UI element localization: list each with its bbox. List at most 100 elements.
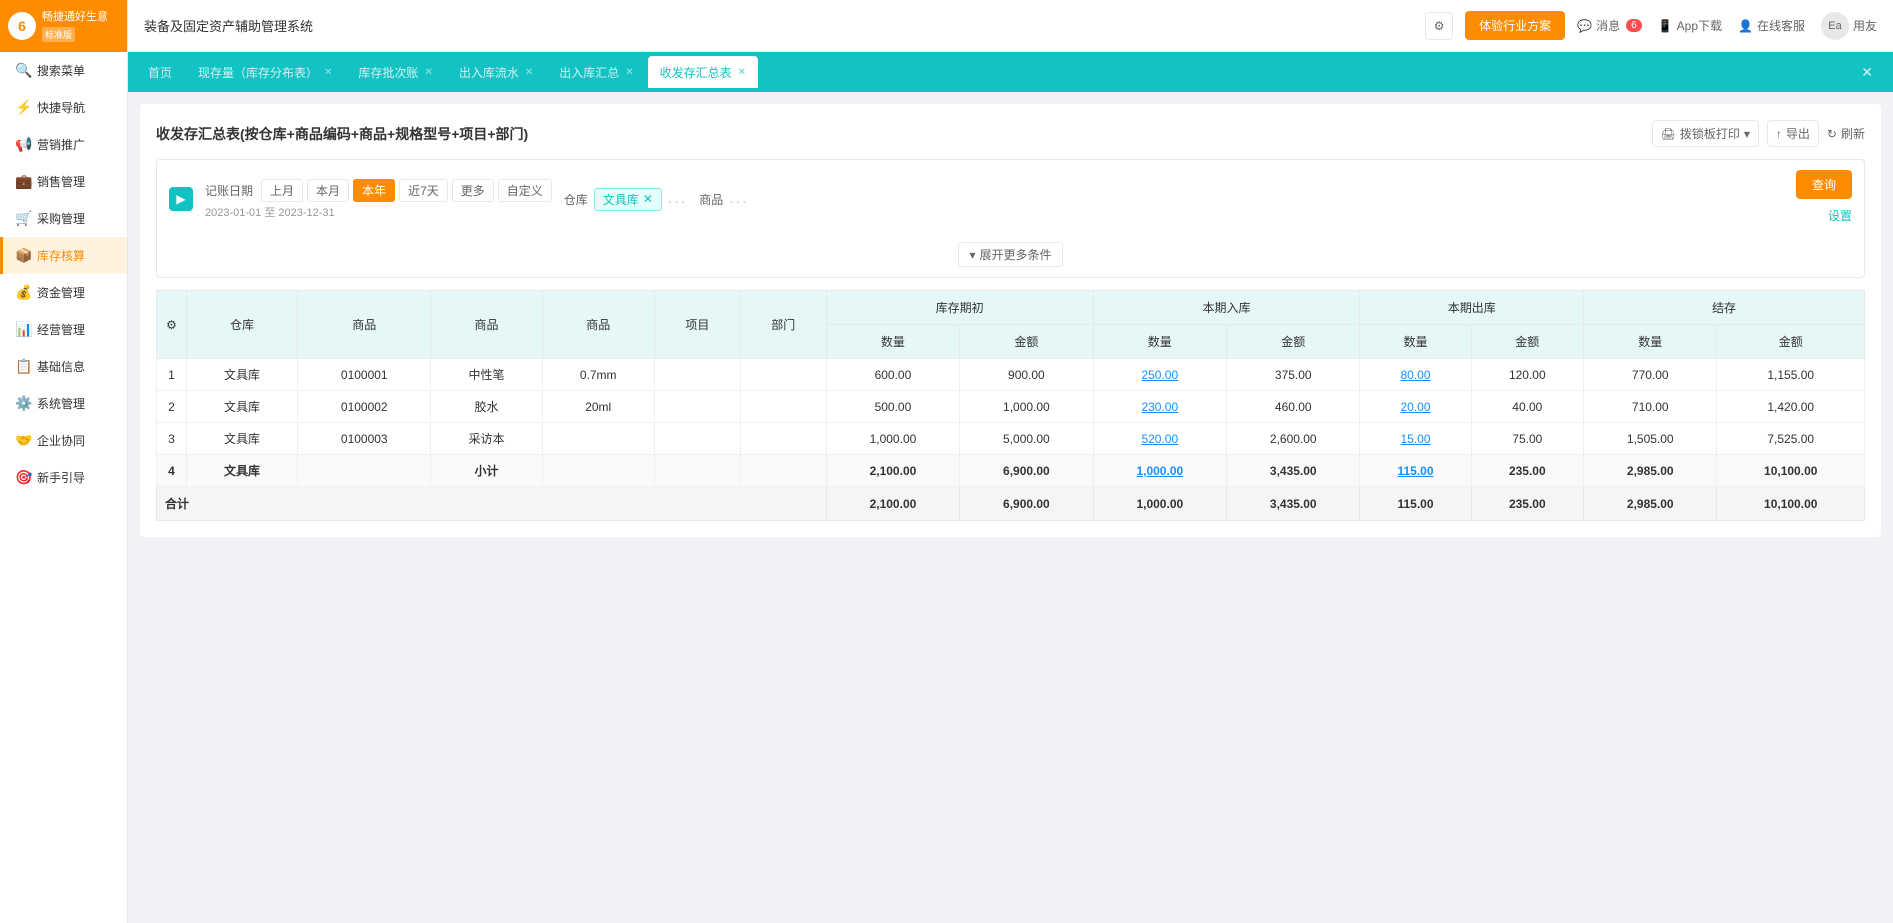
row-bal-qty: 1,505.00 — [1584, 423, 1717, 455]
row-name: 中性笔 — [431, 359, 542, 391]
group-in-header: 本期入库 — [1093, 291, 1360, 325]
row-in-amt: 460.00 — [1227, 391, 1360, 423]
row-in-qty[interactable]: 250.00 — [1093, 359, 1226, 391]
sidebar-item-business[interactable]: 📊 经营管理 — [0, 311, 127, 348]
row-out-qty[interactable]: 20.00 — [1360, 391, 1471, 423]
footer-label: 合计 — [157, 487, 827, 521]
page-title: 收发存汇总表(按仓库+商品编码+商品+规格型号+项目+部门) — [156, 124, 528, 144]
experience-button[interactable]: 体验行业方案 — [1465, 11, 1565, 40]
row-out-qty[interactable]: 80.00 — [1360, 359, 1471, 391]
sidebar-item-sales[interactable]: 💼 销售管理 — [0, 163, 127, 200]
tab-close-all[interactable]: ✕ — [1849, 56, 1885, 88]
service-icon: 👤 — [1738, 19, 1753, 33]
date-btn-this-year[interactable]: 本年 — [353, 179, 395, 202]
sidebar-item-label: 新手引导 — [37, 469, 85, 486]
row-dept — [740, 423, 826, 455]
tab-inventory-dist[interactable]: 现存量（库存分布表） ✕ — [186, 56, 344, 88]
sidebar-item-system[interactable]: ⚙️ 系统管理 — [0, 385, 127, 422]
row-open-amt: 900.00 — [960, 359, 1093, 391]
sidebar-item-basic[interactable]: 📋 基础信息 — [0, 348, 127, 385]
sidebar-item-enterprise[interactable]: 🤝 企业协同 — [0, 422, 127, 459]
sidebar-item-finance[interactable]: 💰 资金管理 — [0, 274, 127, 311]
goods-filter-dots[interactable]: ... — [729, 190, 748, 208]
row-in-qty[interactable]: 520.00 — [1093, 423, 1226, 455]
app-download-button[interactable]: 📱 App下载 — [1658, 17, 1722, 34]
tab-batch[interactable]: 库存批次账 ✕ — [346, 56, 444, 88]
avatar: Ea — [1821, 12, 1849, 40]
row-open-amt: 6,900.00 — [960, 455, 1093, 487]
col-out-amt-header: 金额 — [1471, 325, 1583, 359]
row-bal-qty: 710.00 — [1584, 391, 1717, 423]
download-icon: 📱 — [1658, 19, 1673, 33]
sidebar-item-label: 营销推广 — [37, 136, 85, 153]
row-no: 2 — [157, 391, 187, 423]
table-row: 2文具库0100002胶水20ml500.001,000.00230.00460… — [157, 391, 1865, 423]
user-button[interactable]: Ea 用友 — [1821, 12, 1877, 40]
query-button[interactable]: 查询 — [1796, 170, 1852, 199]
sidebar-item-search[interactable]: 🔍 搜索菜单 — [0, 52, 127, 89]
row-out-qty[interactable]: 15.00 — [1360, 423, 1471, 455]
sidebar-item-marketing[interactable]: 📢 营销推广 — [0, 126, 127, 163]
tab-close-icon[interactable]: ✕ — [324, 67, 332, 78]
row-bal-amt: 1,420.00 — [1717, 391, 1865, 423]
row-project — [654, 391, 740, 423]
sidebar-item-guide[interactable]: 🎯 新手引导 — [0, 459, 127, 496]
col-bal-amt-header: 金额 — [1717, 325, 1865, 359]
table-settings-col[interactable]: ⚙ — [157, 291, 187, 359]
print-button[interactable]: 🖨 拨锁板打印 ▾ — [1652, 120, 1759, 147]
tab-close-icon[interactable]: ✕ — [625, 67, 633, 78]
export-button[interactable]: ↑ 导出 — [1767, 120, 1819, 147]
row-spec — [542, 423, 654, 455]
message-button[interactable]: 💬 消息 6 — [1577, 17, 1642, 34]
row-out-amt: 120.00 — [1471, 359, 1583, 391]
sidebar-item-inventory[interactable]: 📦 库存核算 — [0, 237, 127, 274]
sidebar-item-quick[interactable]: ⚡ 快捷导航 — [0, 89, 127, 126]
warehouse-filter-dots[interactable]: ... — [668, 190, 687, 208]
row-project — [654, 423, 740, 455]
sales-icon: 💼 — [15, 173, 31, 190]
sidebar-item-label: 搜索菜单 — [37, 62, 85, 79]
system-icon: ⚙️ — [15, 395, 31, 412]
date-btn-7days[interactable]: 近7天 — [399, 179, 448, 202]
tab-receipt-summary[interactable]: 收发存汇总表 ✕ — [648, 56, 758, 88]
filter-settings-link[interactable]: 设置 — [1828, 203, 1852, 228]
online-service-button[interactable]: 👤 在线客服 — [1738, 17, 1805, 34]
date-btn-this-month[interactable]: 本月 — [307, 179, 349, 202]
date-btn-prev-month[interactable]: 上月 — [261, 179, 303, 202]
row-bal-amt: 10,100.00 — [1717, 455, 1865, 487]
tab-close-icon[interactable]: ✕ — [525, 67, 533, 78]
row-out-qty[interactable]: 115.00 — [1360, 455, 1471, 487]
row-out-amt: 40.00 — [1471, 391, 1583, 423]
purchase-icon: 🛒 — [15, 210, 31, 227]
refresh-button[interactable]: ↻ 刷新 — [1827, 125, 1865, 142]
row-no: 4 — [157, 455, 187, 487]
sidebar-logo: 6 畅捷通好生意 标准版 — [0, 0, 127, 52]
row-in-qty[interactable]: 230.00 — [1093, 391, 1226, 423]
tab-close-icon[interactable]: ✕ — [738, 67, 746, 78]
date-btn-more[interactable]: 更多 — [452, 179, 494, 202]
message-badge: 6 — [1626, 19, 1642, 32]
title-actions: 🖨 拨锁板打印 ▾ ↑ 导出 ↻ 刷新 — [1652, 120, 1865, 147]
sidebar-item-purchase[interactable]: 🛒 采购管理 — [0, 200, 127, 237]
row-open-qty: 600.00 — [826, 359, 959, 391]
col-bal-qty-header: 数量 — [1584, 325, 1717, 359]
date-btn-custom[interactable]: 自定义 — [498, 179, 552, 202]
row-in-amt: 2,600.00 — [1227, 423, 1360, 455]
filter-toggle-button[interactable]: ▶ — [169, 187, 193, 211]
col-in-amt-header: 金额 — [1227, 325, 1360, 359]
sidebar-item-label: 基础信息 — [37, 358, 85, 375]
warehouse-tag-close-icon[interactable]: ✕ — [643, 192, 653, 206]
tab-inout-flow[interactable]: 出入库流水 ✕ — [447, 56, 545, 88]
col-warehouse-header: 仓库 — [187, 291, 298, 359]
row-in-qty[interactable]: 1,000.00 — [1093, 455, 1226, 487]
footer-in-amt: 3,435.00 — [1227, 487, 1360, 521]
footer-bal-amt: 10,100.00 — [1717, 487, 1865, 521]
expand-more-button[interactable]: ▾ 展开更多条件 — [958, 242, 1062, 267]
tab-home[interactable]: 首页 — [136, 56, 184, 88]
tab-close-icon[interactable]: ✕ — [424, 67, 432, 78]
tab-inout-summary[interactable]: 出入库汇总 ✕ — [547, 56, 645, 88]
row-out-amt: 75.00 — [1471, 423, 1583, 455]
settings-icon-button[interactable]: ⚙ — [1425, 12, 1453, 40]
page-title-bar: 收发存汇总表(按仓库+商品编码+商品+规格型号+项目+部门) 🖨 拨锁板打印 ▾… — [156, 120, 1865, 147]
guide-icon: 🎯 — [15, 469, 31, 486]
